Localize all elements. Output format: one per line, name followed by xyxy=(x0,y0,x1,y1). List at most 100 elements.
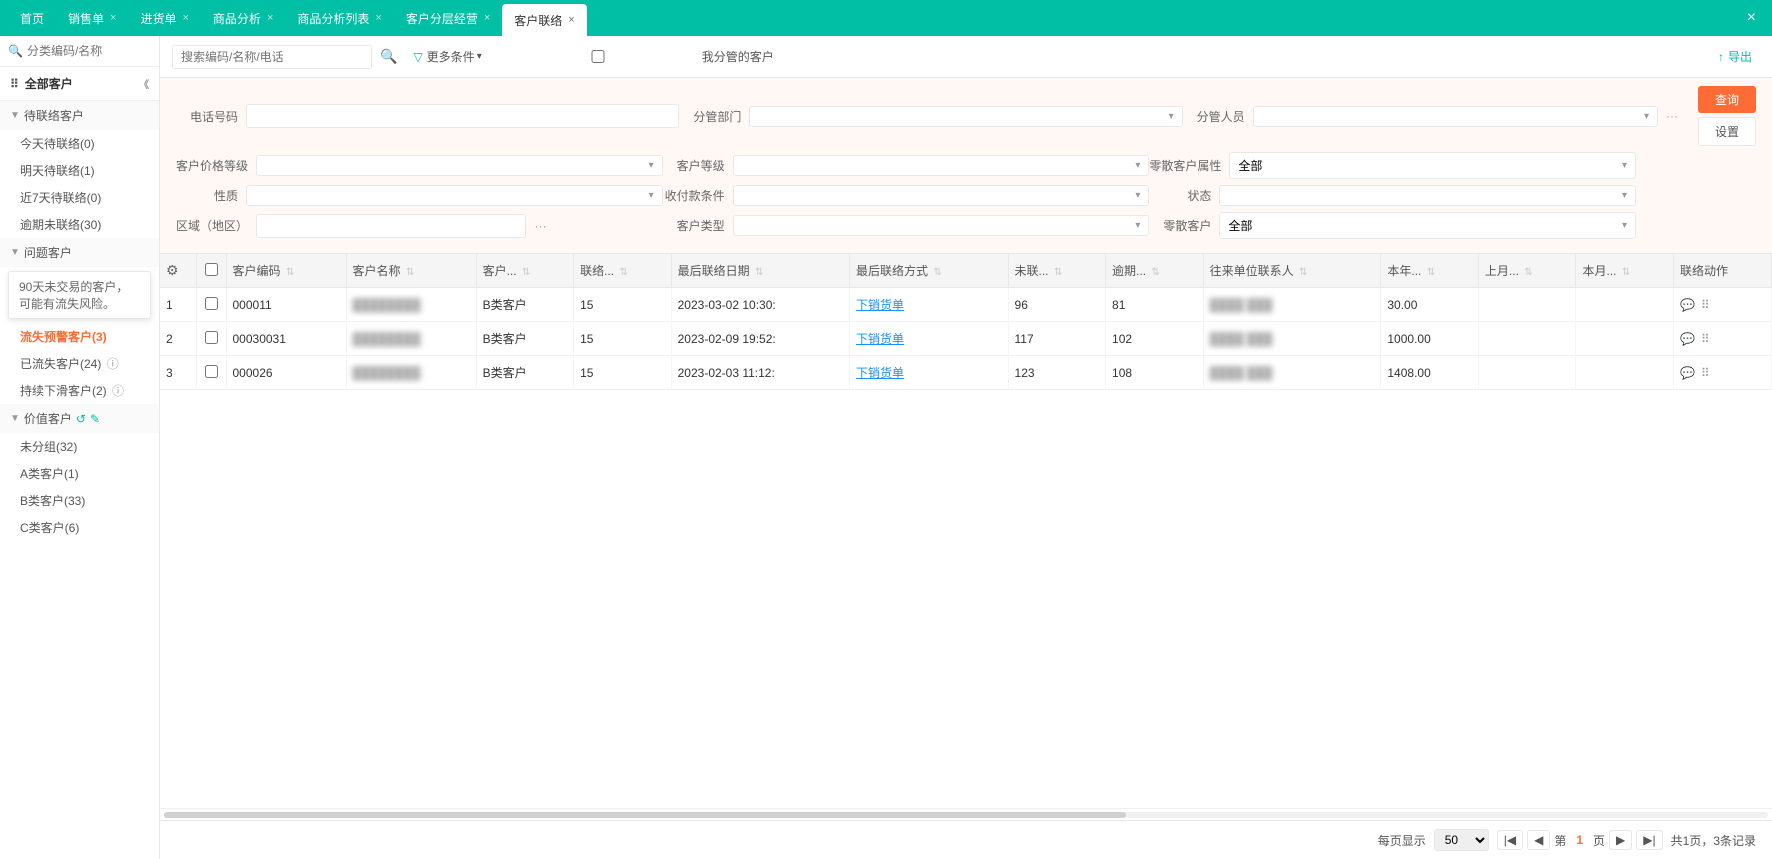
person-dots[interactable]: ··· xyxy=(1658,109,1686,123)
nav-home[interactable]: 首页 xyxy=(8,0,56,36)
sidebar-item-7days[interactable]: 近7天待联络(0) xyxy=(0,184,159,211)
region-dots[interactable]: ··· xyxy=(526,219,554,233)
nav-product-analysis[interactable]: 商品分析 × xyxy=(201,0,285,36)
filter-select-nature[interactable]: ▾ xyxy=(246,185,663,206)
chat-icon[interactable]: 💬 xyxy=(1680,298,1695,312)
sidebar-item-class-a[interactable]: A类客户(1) xyxy=(0,460,159,487)
close-all-button[interactable]: × xyxy=(1739,9,1764,27)
sidebar-group-title-pending[interactable]: ▼ 待联络客户 xyxy=(0,101,159,130)
my-customers-check[interactable] xyxy=(498,50,698,63)
close-customer-contact-icon[interactable]: × xyxy=(568,14,574,26)
sort-overdue-icon[interactable]: ⇅ xyxy=(1151,267,1159,278)
nav-product-list[interactable]: 商品分析列表 × xyxy=(285,0,393,36)
cell-last-method: 下销货单 xyxy=(849,322,1008,356)
more-action-icon[interactable]: ⠿ xyxy=(1701,298,1710,312)
nav-customer-contact[interactable]: 客户联络 × xyxy=(502,4,586,36)
cell-action: 💬 ⠿ xyxy=(1673,356,1771,390)
th-uncontact: 未联... ⇅ xyxy=(1008,254,1106,288)
sidebar-item-today[interactable]: 今天待联络(0) xyxy=(0,130,159,157)
filter-select-person[interactable]: ▾ xyxy=(1253,106,1658,127)
sidebar-item-ungrouped[interactable]: 未分组(32) xyxy=(0,433,159,460)
row-checkbox[interactable] xyxy=(205,331,218,344)
filter-select-dept[interactable]: ▾ xyxy=(749,106,1182,127)
last-page-button[interactable]: ▶| xyxy=(1636,830,1662,850)
cell-last-month xyxy=(1478,322,1576,356)
edit-icon[interactable]: ✎ xyxy=(90,412,100,426)
more-action-icon[interactable]: ⠿ xyxy=(1701,332,1710,346)
sort-this-year-icon[interactable]: ⇅ xyxy=(1427,267,1435,278)
sidebar-item-tomorrow[interactable]: 明天待联络(1) xyxy=(0,157,159,184)
close-product-analysis-icon[interactable]: × xyxy=(267,12,273,24)
nav-sales[interactable]: 销售单 × xyxy=(56,0,128,36)
filter-select-scatter-attr[interactable]: 全部 ▾ xyxy=(1229,152,1636,179)
sort-code-icon[interactable]: ⇅ xyxy=(286,267,294,278)
settings-gear-icon[interactable]: ⚙ xyxy=(166,262,179,278)
search-input[interactable] xyxy=(172,45,372,69)
sort-last-method-icon[interactable]: ⇅ xyxy=(933,267,941,278)
first-page-button[interactable]: |◀ xyxy=(1497,830,1523,850)
chat-icon[interactable]: 💬 xyxy=(1680,366,1695,380)
last-method-link[interactable]: 下销货单 xyxy=(856,366,904,380)
nav-purchase[interactable]: 进货单 × xyxy=(128,0,200,36)
sort-last-date-icon[interactable]: ⇅ xyxy=(755,267,763,278)
caret-grade-icon: ▾ xyxy=(1135,160,1140,171)
prev-page-button[interactable]: ◀ xyxy=(1527,830,1550,850)
cell-this-year: 30.00 xyxy=(1381,288,1479,322)
filter-input-region[interactable] xyxy=(256,214,526,238)
horizontal-scrollbar[interactable] xyxy=(160,808,1772,820)
close-purchase-icon[interactable]: × xyxy=(182,12,188,24)
sidebar-item-overdue[interactable]: 逾期未联络(30) xyxy=(0,211,159,238)
sort-name-icon[interactable]: ⇅ xyxy=(406,267,414,278)
sidebar-item-churn-warning[interactable]: 流失预警客户(3) xyxy=(0,323,159,350)
filter-select-scatter-cust[interactable]: 全部 ▾ xyxy=(1219,212,1636,239)
last-method-link[interactable]: 下销货单 xyxy=(856,298,904,312)
sort-last-month-icon[interactable]: ⇅ xyxy=(1524,267,1532,278)
filter-field-cust-type: 客户类型 ▾ xyxy=(663,215,1150,236)
nav-customer-tier[interactable]: 客户分层经营 × xyxy=(394,0,502,36)
sidebar-group-title-problem[interactable]: ▼ 问题客户 xyxy=(0,238,159,267)
collapse-icon[interactable]: 《 xyxy=(139,76,149,91)
my-customers-checkbox[interactable]: 我分管的客户 xyxy=(498,48,774,65)
filter-input-phone[interactable] xyxy=(246,104,679,128)
export-button[interactable]: ↑ 导出 xyxy=(1710,44,1760,69)
sidebar-item-churned[interactable]: 已流失客户(24) ⓘ xyxy=(0,350,159,377)
per-page-select[interactable]: 50 100 200 xyxy=(1434,829,1489,851)
sidebar-item-class-b[interactable]: B类客户(33) xyxy=(0,487,159,514)
filter-select-status[interactable]: ▾ xyxy=(1219,185,1636,206)
close-product-list-icon[interactable]: × xyxy=(375,12,381,24)
query-button[interactable]: 查询 xyxy=(1698,86,1756,113)
refresh-icon[interactable]: ↺ xyxy=(76,412,86,426)
sidebar-search-input[interactable] xyxy=(27,44,160,58)
row-checkbox[interactable] xyxy=(205,297,218,310)
filter-select-payment[interactable]: ▾ xyxy=(733,185,1150,206)
sort-this-month-icon[interactable]: ⇅ xyxy=(1622,267,1630,278)
more-action-icon[interactable]: ⠿ xyxy=(1701,366,1710,380)
filter-search-icon[interactable]: 🔍 xyxy=(380,48,397,65)
select-all-checkbox[interactable] xyxy=(205,263,218,276)
cell-contact: 15 xyxy=(574,288,672,322)
sidebar-all-customers[interactable]: ⠿ 全部客户 《 xyxy=(0,67,159,101)
sidebar-item-class-c[interactable]: C类客户(6) xyxy=(0,514,159,541)
filter-select-grade[interactable]: ▾ xyxy=(733,155,1150,176)
filter-select-cust-type[interactable]: ▾ xyxy=(733,215,1150,236)
sort-type-icon[interactable]: ⇅ xyxy=(522,267,530,278)
sidebar-group-title-value[interactable]: ▼ 价值客户 ↺ ✎ xyxy=(0,404,159,433)
next-page-button[interactable]: ▶ xyxy=(1609,830,1632,850)
more-conditions-button[interactable]: ▽ 更多条件 ▾ xyxy=(405,44,489,69)
chat-icon[interactable]: 💬 xyxy=(1680,332,1695,346)
filter-select-price-grade[interactable]: ▾ xyxy=(256,155,663,176)
cell-last-method: 下销货单 xyxy=(849,288,1008,322)
last-method-link[interactable]: 下销货单 xyxy=(856,332,904,346)
close-sales-icon[interactable]: × xyxy=(110,12,116,24)
row-checkbox[interactable] xyxy=(205,365,218,378)
sort-unit-icon[interactable]: ⇅ xyxy=(1299,267,1307,278)
scrollbar-thumb[interactable] xyxy=(164,812,1126,818)
sort-contact-icon[interactable]: ⇅ xyxy=(619,267,627,278)
sidebar-group-pending: ▼ 待联络客户 今天待联络(0) 明天待联络(1) 近7天待联络(0) 逾期未联… xyxy=(0,101,159,238)
close-customer-tier-icon[interactable]: × xyxy=(484,12,490,24)
sort-uncontact-icon[interactable]: ⇅ xyxy=(1054,267,1062,278)
cell-action: 💬 ⠿ xyxy=(1673,322,1771,356)
settings-button[interactable]: 设置 xyxy=(1698,117,1756,146)
sidebar-item-declining[interactable]: 持续下滑客户(2) ⓘ xyxy=(0,377,159,404)
cell-overdue: 81 xyxy=(1106,288,1204,322)
